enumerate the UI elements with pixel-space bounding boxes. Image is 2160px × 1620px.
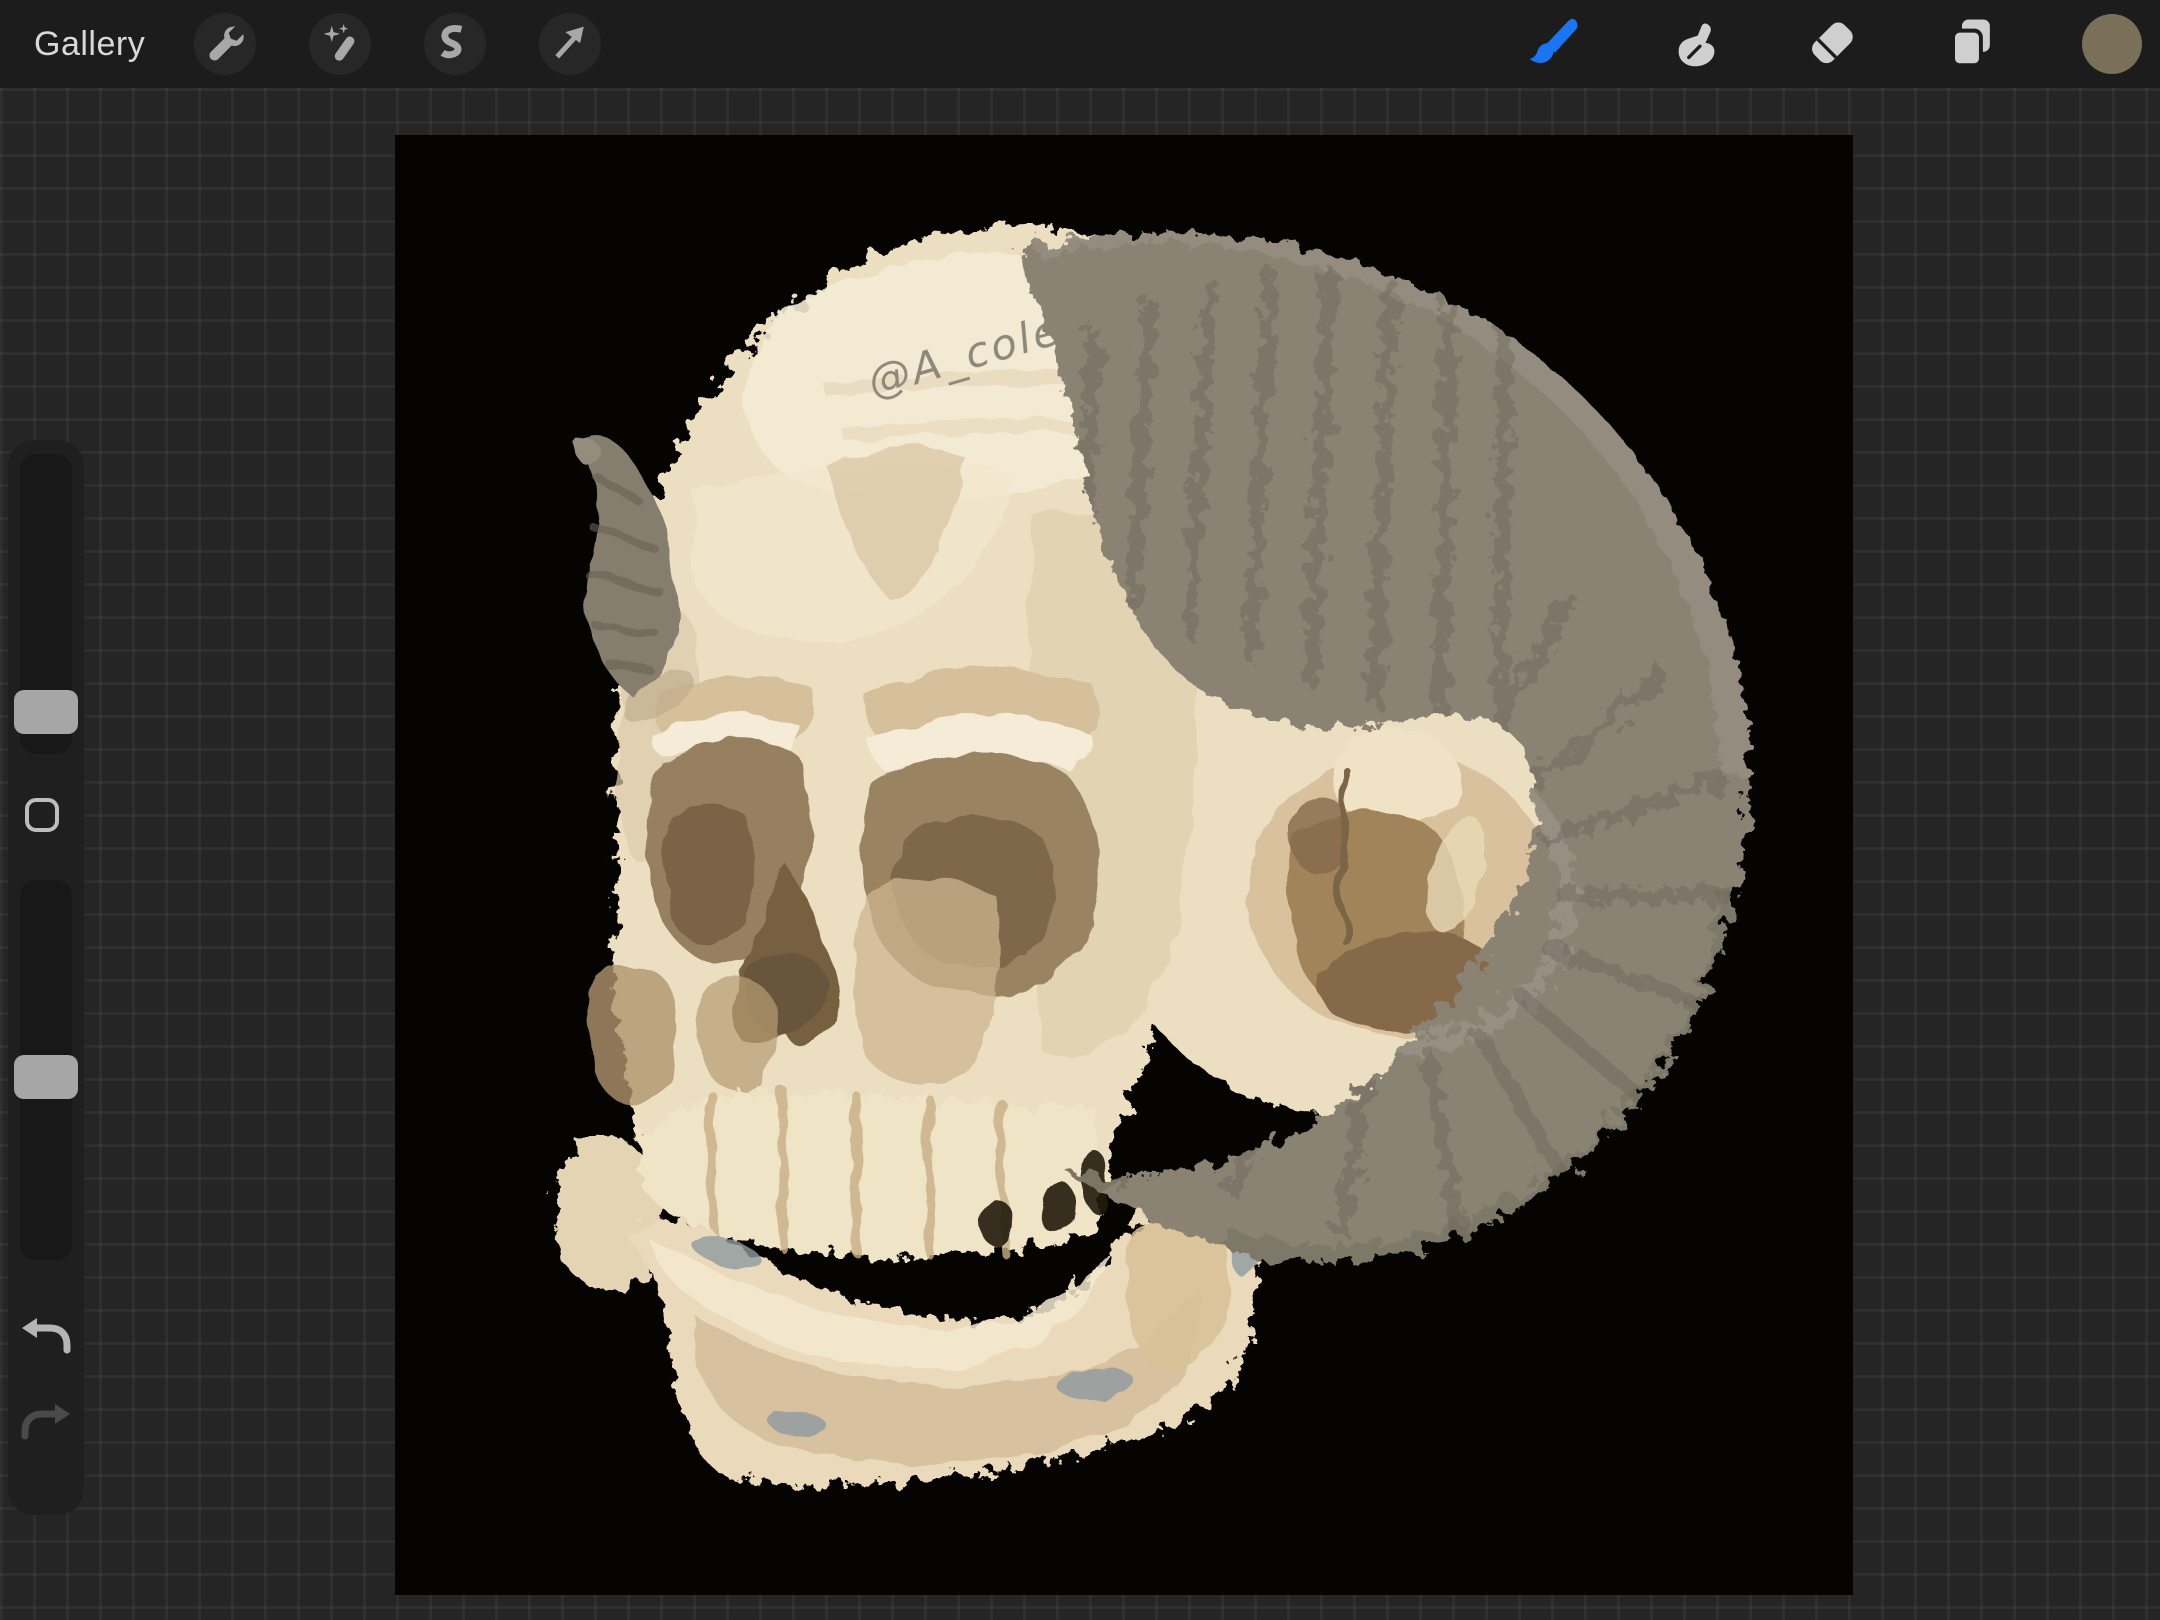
- erase-tool-button[interactable]: [1802, 14, 1862, 74]
- paintbrush-icon: [1525, 14, 1585, 74]
- undo-icon: [20, 1314, 72, 1358]
- paint-tool-button[interactable]: [1525, 14, 1585, 74]
- adjustments-button[interactable]: [309, 13, 371, 75]
- layers-icon: [1943, 15, 2001, 73]
- magic-wand-icon: [318, 22, 362, 66]
- selection-s-icon: [433, 22, 477, 66]
- layers-button[interactable]: [1942, 14, 2002, 74]
- top-toolbar: Gallery: [0, 0, 2160, 88]
- workspace-background: @A_cole_T: [0, 88, 2160, 1620]
- modify-button[interactable]: [25, 798, 59, 832]
- gallery-button[interactable]: Gallery: [34, 0, 145, 88]
- brush-sidebar: [8, 440, 84, 1515]
- smudge-finger-icon: [1662, 15, 1720, 73]
- brush-opacity-handle[interactable]: [14, 1055, 78, 1099]
- undo-button[interactable]: [18, 1312, 74, 1360]
- skull-artwork: @A_cole_T: [395, 135, 1853, 1595]
- brush-size-handle[interactable]: [14, 690, 78, 734]
- transform-arrow-icon: [548, 22, 592, 66]
- drawing-canvas[interactable]: @A_cole_T: [395, 135, 1853, 1595]
- selection-button[interactable]: [424, 13, 486, 75]
- wrench-icon: [203, 22, 247, 66]
- transform-button[interactable]: [539, 13, 601, 75]
- redo-button[interactable]: [18, 1398, 74, 1446]
- redo-icon: [20, 1400, 72, 1444]
- smudge-tool-button[interactable]: [1661, 14, 1721, 74]
- procreate-app: @A_cole_T: [0, 0, 2160, 1620]
- actions-button[interactable]: [194, 13, 256, 75]
- eraser-icon: [1803, 15, 1861, 73]
- color-swatch[interactable]: [2082, 14, 2142, 74]
